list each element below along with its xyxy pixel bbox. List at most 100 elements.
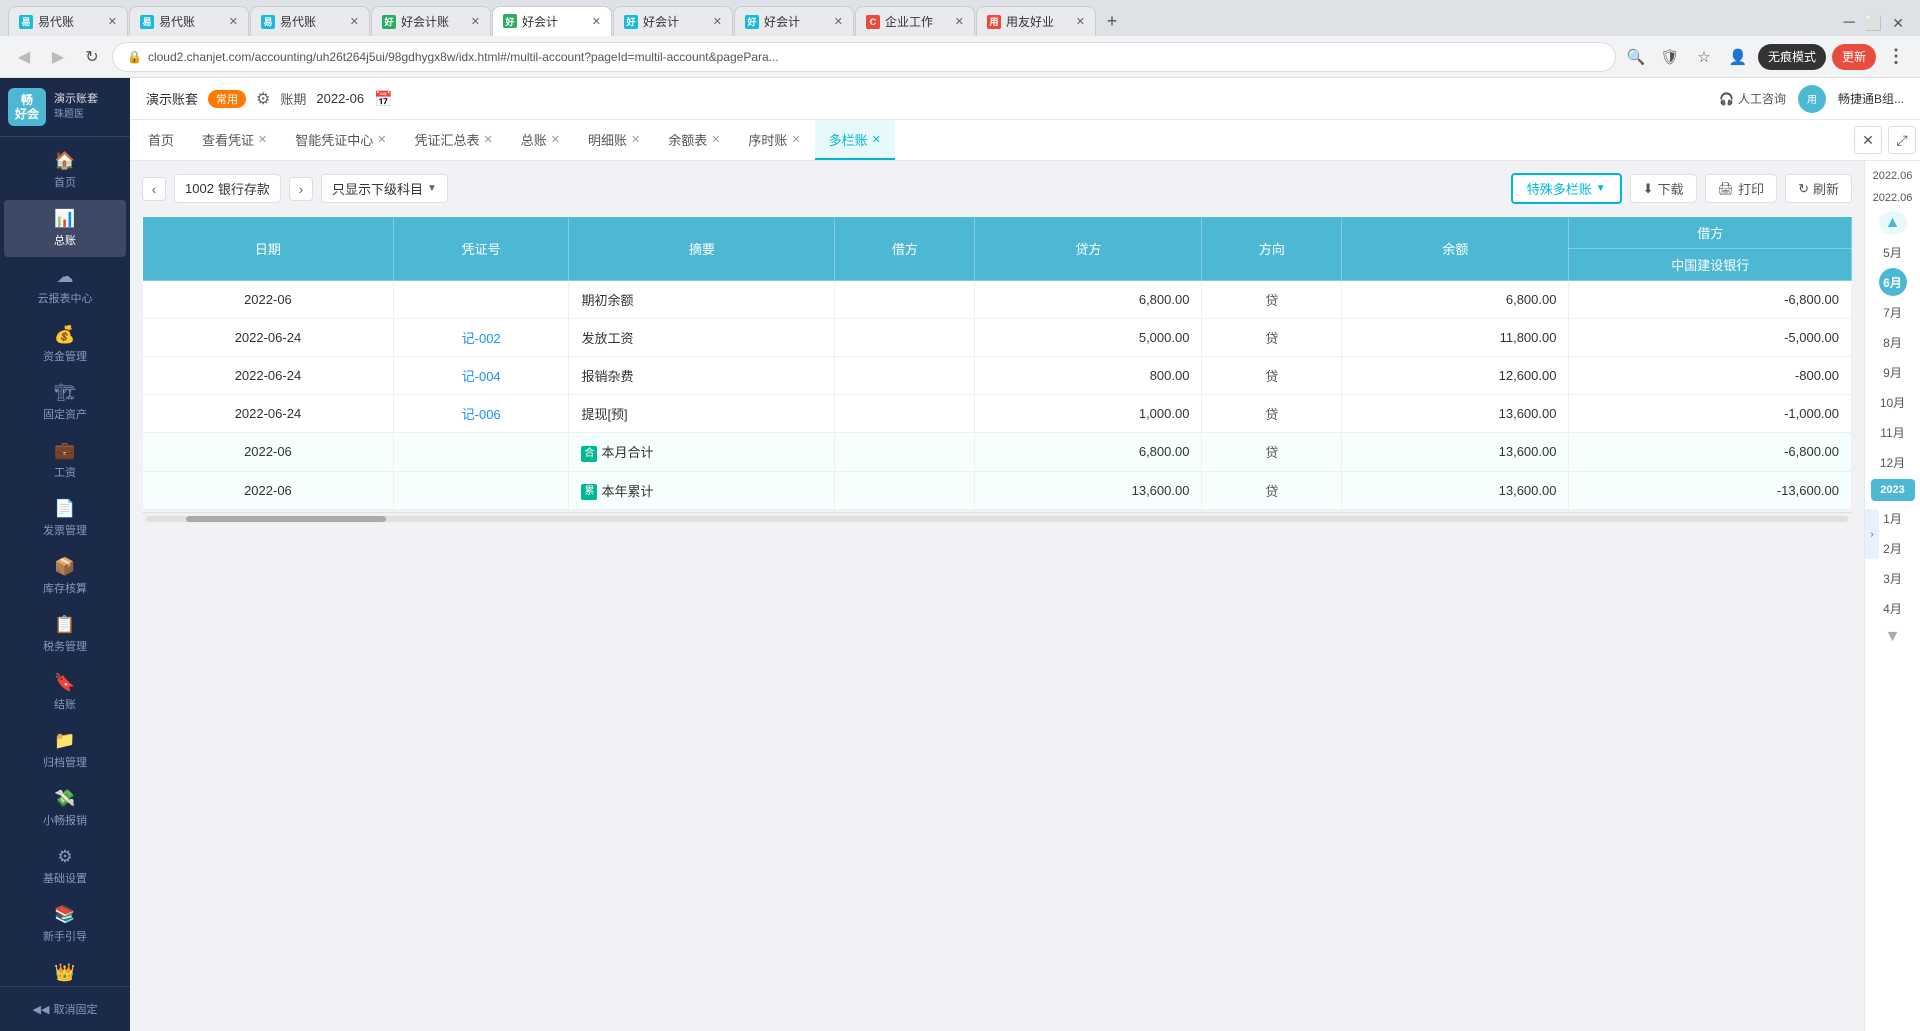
search-icon[interactable]: 🔍 (1622, 43, 1650, 71)
nav-detail-close[interactable]: ✕ (631, 133, 640, 146)
month-may[interactable]: 5月 (1871, 238, 1915, 266)
nav-tab-voucher-summary[interactable]: 凭证汇总表 ✕ (400, 120, 506, 160)
tab4-close-icon[interactable]: ✕ (471, 15, 480, 28)
row3-voucher[interactable]: 记-006 (393, 395, 569, 433)
month-aug[interactable]: 8月 (1871, 328, 1915, 356)
h-scrollbar-track[interactable] (146, 516, 1848, 522)
nav-smart-close[interactable]: ✕ (377, 133, 386, 146)
sidebar-item-home[interactable]: 🏠 首页 (4, 142, 126, 199)
shield-icon[interactable]: 🛡 (1656, 43, 1684, 71)
browser-tab-3[interactable]: 易 易代账 ✕ (250, 6, 370, 36)
tab6-close-icon[interactable]: ✕ (713, 15, 722, 28)
minimize-icon[interactable]: ─ (1843, 14, 1854, 32)
nav-tab-voucher[interactable]: 查看凭证 ✕ (188, 120, 281, 160)
forward-button[interactable]: ▶ (44, 43, 72, 71)
sidebar-item-fixed[interactable]: 🏗 固定资产 (4, 374, 126, 431)
sidebar-item-salary[interactable]: 💼 工资 (4, 432, 126, 489)
scroll-up-button[interactable]: ▲ (1879, 211, 1907, 235)
month-apr[interactable]: 4月 (1871, 594, 1915, 622)
browser-tab-5[interactable]: 好 好会计 ✕ (492, 6, 612, 36)
sidebar-item-archive[interactable]: 📁 归档管理 (4, 722, 126, 779)
browser-tab-2[interactable]: 易 易代账 ✕ (129, 6, 249, 36)
browser-tab-7[interactable]: 好 好会计 ✕ (734, 6, 854, 36)
refresh-button[interactable]: ↻ 刷新 (1785, 174, 1852, 203)
sidebar-item-guide[interactable]: 📚 新手引导 (4, 896, 126, 953)
sidebar-item-tax[interactable]: 📋 税务管理 (4, 606, 126, 663)
multi-col-button[interactable]: 特殊多栏账 ▼ (1511, 173, 1622, 204)
calendar-icon[interactable]: 📅 (374, 90, 393, 108)
h-scrollbar-thumb[interactable] (186, 516, 386, 522)
row2-voucher[interactable]: 记-004 (393, 357, 569, 395)
browser-tab-6[interactable]: 好 好会计 ✕ (613, 6, 733, 36)
browser-tab-9[interactable]: 用 用友好业 ✕ (976, 6, 1096, 36)
month-dec[interactable]: 12月 (1871, 448, 1915, 476)
nav-sequence-close[interactable]: ✕ (791, 133, 800, 146)
tab3-close-icon[interactable]: ✕ (350, 15, 359, 28)
settings-gear-icon[interactable]: ⚙ (256, 89, 270, 109)
tab-expand-btn[interactable]: ⤢ (1888, 126, 1916, 154)
salary-icon: 💼 (54, 441, 75, 461)
profile-icon[interactable]: 👤 (1724, 43, 1752, 71)
account-badge[interactable]: 常用 (208, 90, 246, 108)
address-input[interactable]: 🔒 cloud2.chanjet.com/accounting/uh26t264… (112, 42, 1616, 72)
reload-button[interactable]: ↻ (78, 43, 106, 71)
filter-select[interactable]: 只显示下级科目 ▼ (321, 174, 448, 203)
month-sep[interactable]: 9月 (1871, 358, 1915, 386)
row1-voucher[interactable]: 记-002 (393, 319, 569, 357)
month-mar[interactable]: 3月 (1871, 564, 1915, 592)
right-panel-toggle[interactable]: › (1865, 509, 1879, 559)
sidebar-item-settings[interactable]: ⚙ 基础设置 (4, 838, 126, 895)
consultant-button[interactable]: 🎧 人工咨询 (1719, 90, 1786, 107)
tab1-close-icon[interactable]: ✕ (108, 15, 117, 28)
scroll-down-button[interactable]: ▼ (1879, 625, 1907, 649)
nav-summary-close[interactable]: ✕ (484, 133, 493, 146)
next-account-btn[interactable]: › (289, 177, 313, 201)
sidebar-item-inventory[interactable]: 📦 库存核算 (4, 548, 126, 605)
tab8-close-icon[interactable]: ✕ (955, 15, 964, 28)
tab2-close-icon[interactable]: ✕ (229, 15, 238, 28)
h-scrollbar[interactable] (142, 512, 1852, 524)
account-selector[interactable]: 1002 银行存款 (174, 174, 281, 203)
nav-tab-sequence[interactable]: 序时账 ✕ (734, 120, 814, 160)
update-button[interactable]: 更新 (1832, 44, 1876, 70)
more-icon[interactable]: ⋮ (1882, 43, 1910, 71)
nav-tab-general[interactable]: 总账 ✕ (507, 120, 574, 160)
new-tab-button[interactable]: + (1097, 6, 1127, 36)
unpin-button[interactable]: ◀◀ 取消固定 (4, 995, 126, 1023)
browser-tab-1[interactable]: 易 易代账 ✕ (8, 6, 128, 36)
sidebar-item-cloud[interactable]: ☁ 云报表中心 (4, 258, 126, 315)
month-oct[interactable]: 10月 (1871, 388, 1915, 416)
close-icon[interactable]: ✕ (1892, 15, 1904, 32)
nav-general-close[interactable]: ✕ (551, 133, 560, 146)
sidebar-item-fund[interactable]: 💰 资金管理 (4, 316, 126, 373)
nav-voucher-close[interactable]: ✕ (258, 133, 267, 146)
back-button[interactable]: ◀ (10, 43, 38, 71)
nav-tab-home[interactable]: 首页 (134, 120, 188, 160)
nav-tab-balance[interactable]: 余额表 ✕ (654, 120, 734, 160)
sidebar-item-invoice[interactable]: 📄 发票管理 (4, 490, 126, 547)
tab7-close-icon[interactable]: ✕ (834, 15, 843, 28)
sidebar-item-member[interactable]: 👑 畅会员 (4, 954, 126, 986)
tab5-close-icon[interactable]: ✕ (592, 15, 601, 28)
browser-tab-4[interactable]: 好 好会计账 ✕ (371, 6, 491, 36)
nav-tab-multi[interactable]: 多栏账 ✕ (815, 120, 895, 160)
no-trace-button[interactable]: 无痕模式 (1758, 44, 1826, 70)
star-icon[interactable]: ☆ (1690, 43, 1718, 71)
tab-close-btn[interactable]: ✕ (1854, 126, 1882, 154)
prev-account-btn[interactable]: ‹ (142, 177, 166, 201)
nav-tab-smart-voucher[interactable]: 智能凭证中心 ✕ (281, 120, 400, 160)
sidebar-item-expense[interactable]: 💸 小畅报销 (4, 780, 126, 837)
month-jul[interactable]: 7月 (1871, 298, 1915, 326)
maximize-icon[interactable]: ⬜ (1865, 15, 1882, 32)
nav-multi-close[interactable]: ✕ (872, 133, 881, 146)
browser-tab-8[interactable]: C 企业工作 ✕ (855, 6, 975, 36)
sidebar-item-ledger[interactable]: 📊 总账 (4, 200, 126, 257)
print-button[interactable]: 🖨 打印 (1705, 174, 1778, 203)
nav-tab-detail[interactable]: 明细账 ✕ (574, 120, 654, 160)
download-button[interactable]: ⬇ 下载 (1630, 174, 1697, 203)
sidebar-item-close[interactable]: 🔖 结账 (4, 664, 126, 721)
month-nov[interactable]: 11月 (1871, 418, 1915, 446)
nav-balance-close[interactable]: ✕ (711, 133, 720, 146)
tab9-close-icon[interactable]: ✕ (1076, 15, 1085, 28)
month-jun[interactable]: 6月 (1879, 268, 1907, 296)
